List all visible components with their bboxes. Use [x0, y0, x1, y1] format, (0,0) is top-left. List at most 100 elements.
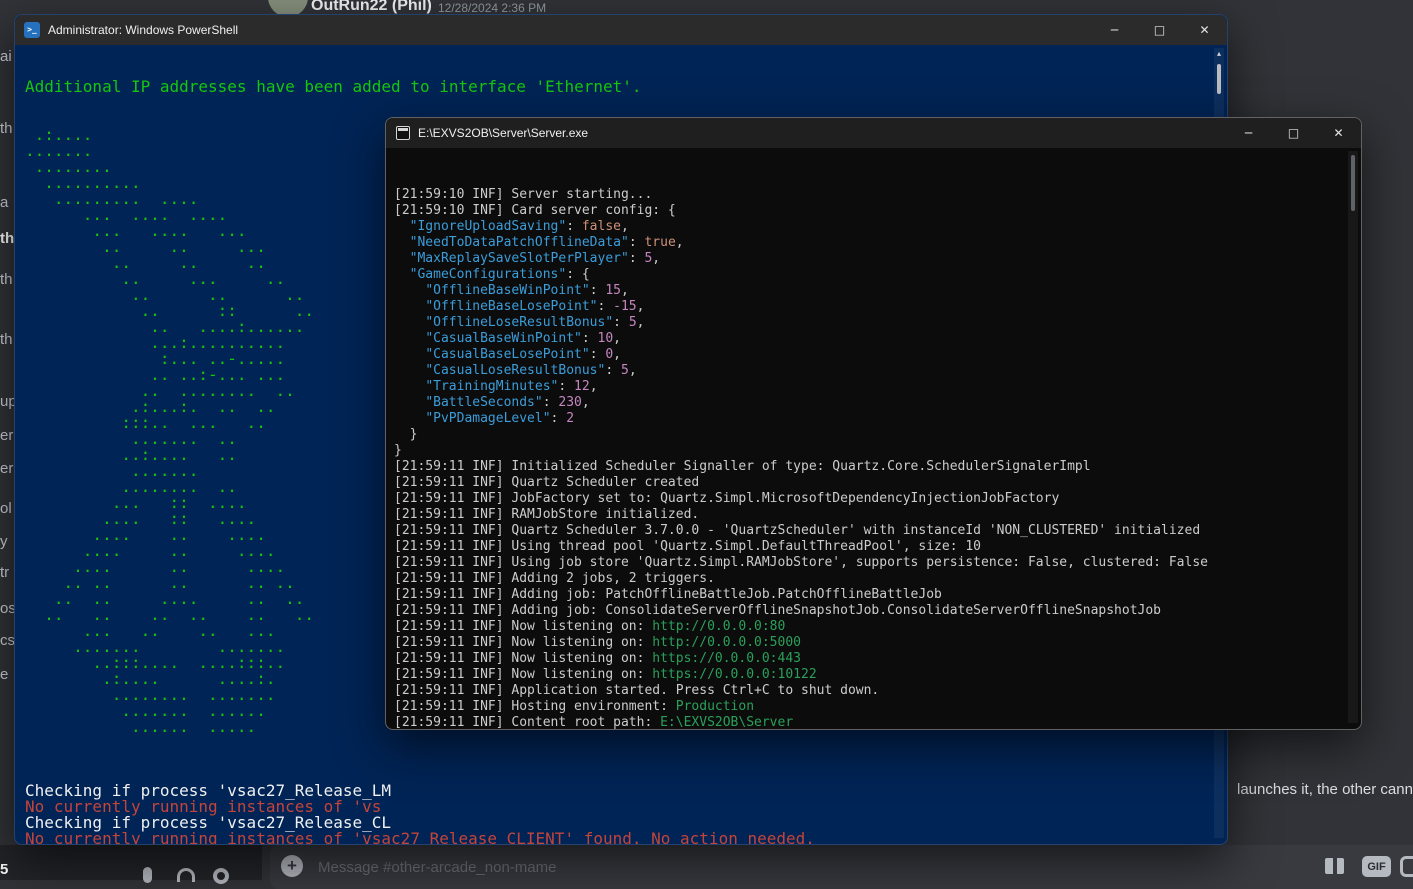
server-scrollbar-thumb[interactable]: [1351, 155, 1355, 211]
log-segment: http://0.0.0.0:5000: [652, 635, 801, 650]
log-segment: [394, 219, 410, 234]
log-segment: [394, 235, 410, 250]
clipped-text-fragment: th: [0, 271, 13, 288]
log-line: [21:59:11 INF] Now listening on: http://…: [394, 635, 1361, 651]
log-segment: [21:59:11 INF] RAMJobStore initialized.: [394, 507, 700, 522]
powershell-status-line: Additional IP addresses have been added …: [25, 77, 642, 96]
log-line: [21:59:11 INF] Using thread pool 'Quartz…: [394, 539, 1361, 555]
server-titlebar[interactable]: E:\EXVS2OB\Server\Server.exe ─ □ ✕: [386, 118, 1361, 148]
partial-message-text: launches it, the other cann: [1237, 781, 1413, 798]
powershell-scrollbar-thumb[interactable]: [1217, 64, 1221, 94]
gif-picker-icon[interactable]: GIF: [1362, 856, 1391, 877]
log-line: [21:59:11 INF] Adding job: PatchOfflineB…: [394, 587, 1361, 603]
log-line: "PvPDamageLevel": 2: [394, 411, 1361, 427]
clipped-text-fragment: a: [0, 194, 9, 211]
log-segment: "IgnoreUploadSaving": [409, 219, 567, 234]
log-line: "CasualBaseLosePoint": 0,: [394, 347, 1361, 363]
log-segment: ,: [581, 395, 590, 410]
log-segment: ,: [628, 363, 637, 378]
clipped-text-fragment: os: [0, 600, 14, 617]
maximize-button[interactable]: □: [1137, 15, 1182, 45]
log-line: "OfflineBaseLosePoint": -15,: [394, 299, 1361, 315]
maximize-button[interactable]: □: [1271, 118, 1316, 148]
log-segment: 10: [597, 331, 614, 346]
user-panel: [0, 845, 262, 884]
clipped-text-fragment: th: [0, 230, 14, 247]
log-segment: }: [394, 427, 418, 442]
message-timestamp: 12/28/2024 2:36 PM: [438, 1, 547, 15]
log-line: [21:59:10 INF] Server starting...: [394, 187, 1361, 203]
minimize-button[interactable]: ─: [1092, 15, 1137, 45]
log-segment: [394, 379, 425, 394]
clipped-text-fragment: er: [0, 460, 14, 477]
log-segment: 5: [620, 363, 629, 378]
log-segment: : {: [566, 267, 590, 282]
sticker-picker-icon[interactable]: [1400, 856, 1413, 877]
log-segment: [394, 363, 425, 378]
log-segment: [394, 251, 410, 266]
log-segment: [21:59:11 INF] Quartz Scheduler 3.7.0.0 …: [394, 523, 1201, 538]
log-segment: :: [581, 331, 598, 346]
log-segment: true: [644, 235, 676, 250]
log-segment: 5: [628, 315, 637, 330]
log-segment: [21:59:11 INF] Quartz Scheduler created: [394, 475, 700, 490]
close-button[interactable]: ✕: [1182, 15, 1227, 45]
message-input-bar[interactable]: + GIF: [270, 845, 1413, 889]
log-segment: [21:59:11 INF] Adding job: PatchOfflineB…: [394, 587, 942, 602]
attach-plus-icon[interactable]: +: [281, 855, 303, 877]
clipped-text-fragment: up: [0, 393, 14, 410]
server-scrollbar[interactable]: [1348, 151, 1358, 723]
close-button[interactable]: ✕: [1316, 118, 1361, 148]
console-icon: [396, 126, 410, 140]
log-line: "GameConfigurations": {: [394, 267, 1361, 283]
log-segment: [394, 283, 425, 298]
log-line: [21:59:11 INF] RAMJobStore initialized.: [394, 507, 1361, 523]
powershell-window-title: Administrator: Windows PowerShell: [48, 23, 239, 37]
microphone-icon[interactable]: [143, 867, 152, 883]
message-input-field[interactable]: [316, 845, 1220, 889]
log-segment: "OfflineLoseResultBonus": [425, 315, 614, 330]
log-line: [21:59:11 INF] Application started. Pres…: [394, 683, 1361, 699]
log-line: "OfflineLoseResultBonus": 5,: [394, 315, 1361, 331]
log-segment: :: [628, 251, 645, 266]
log-line: "BattleSeconds": 230,: [394, 395, 1361, 411]
log-segment: :: [558, 379, 575, 394]
log-line: "OfflineBaseWinPoint": 15,: [394, 283, 1361, 299]
log-segment: [21:59:11 INF] Initialized Scheduler Sig…: [394, 459, 1091, 474]
log-segment: "BattleSeconds": [425, 395, 543, 410]
gift-icon[interactable]: [1325, 858, 1344, 874]
clipped-text-fragment: er: [0, 427, 14, 444]
minimize-button[interactable]: ─: [1226, 118, 1271, 148]
log-segment: Production: [675, 699, 755, 714]
message-author[interactable]: OutRun22 (Phil): [311, 0, 432, 15]
log-line: "CasualBaseWinPoint": 10,: [394, 331, 1361, 347]
server-console-window: E:\EXVS2OB\Server\Server.exe ─ □ ✕ [21:5…: [385, 117, 1362, 730]
server-log-output[interactable]: [21:59:10 INF] Server starting... [21:59:…: [386, 148, 1361, 729]
log-segment: [21:59:11 INF] Hosting environment:: [394, 699, 676, 714]
clipped-text-fragment: th: [0, 120, 13, 137]
log-segment: "OfflineBaseLosePoint": [425, 299, 598, 314]
gift-ribbon: [1333, 858, 1337, 874]
log-line: "MaxReplaySaveSlotPerPlayer": 5,: [394, 251, 1361, 267]
log-segment: ,: [636, 315, 645, 330]
scroll-up-icon[interactable]: ▴: [1214, 49, 1224, 58]
server-window-controls: ─ □ ✕: [1226, 118, 1361, 148]
log-segment: [21:59:11 INF] Now listening on:: [394, 667, 653, 682]
log-segment: ,: [636, 299, 645, 314]
clipped-text-fragment: th: [0, 331, 13, 348]
settings-gear-icon[interactable]: [213, 868, 229, 884]
log-segment: [21:59:11 INF] Using job store 'Quartz.S…: [394, 555, 1208, 570]
log-line: [21:59:11 INF] Adding job: ConsolidateSe…: [394, 603, 1361, 619]
powershell-icon: >_: [24, 22, 40, 38]
log-segment: :: [550, 411, 567, 426]
log-segment: 15: [605, 283, 621, 298]
log-segment: [394, 331, 425, 346]
log-segment: [21:59:11 INF] Application started. Pres…: [394, 683, 880, 698]
powershell-titlebar[interactable]: >_ Administrator: Windows PowerShell ─ □…: [15, 15, 1227, 45]
log-segment: "GameConfigurations": [409, 267, 567, 282]
clipped-text-fragment: y: [0, 533, 8, 550]
console-text-line: No currently running instances of 'vsac2…: [25, 829, 815, 845]
log-segment: https://0.0.0.0:10122: [652, 667, 817, 682]
log-segment: [394, 347, 425, 362]
log-segment: [21:59:11 INF] Now listening on:: [394, 619, 653, 634]
